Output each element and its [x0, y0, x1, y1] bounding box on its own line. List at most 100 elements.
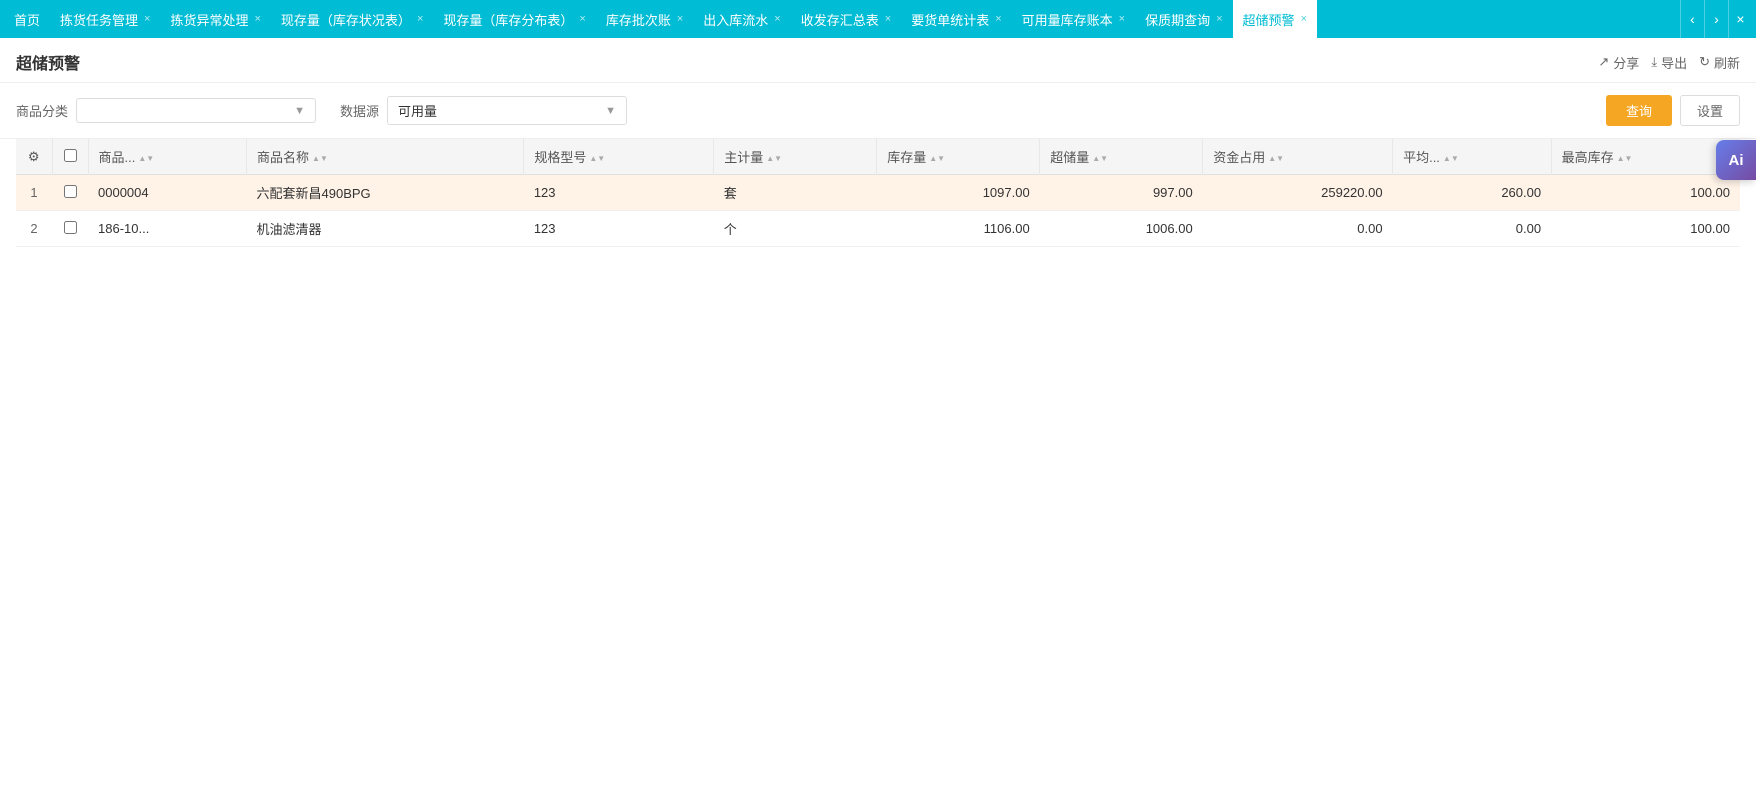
refresh-button[interactable]: ↻ 刷新 — [1699, 53, 1740, 72]
nav-close-stock-status[interactable]: × — [417, 13, 423, 25]
sort-icon-max-stock: ▲▼ — [1617, 155, 1633, 163]
td-capital-use: 259220.00 — [1203, 175, 1393, 211]
td-row-check[interactable] — [52, 175, 88, 211]
nav-close-all[interactable]: × — [1728, 0, 1752, 38]
th-spec[interactable]: 规格型号▲▼ — [524, 139, 714, 175]
refresh-icon: ↻ — [1699, 54, 1710, 70]
nav-close-inout[interactable]: × — [774, 13, 780, 25]
nav-item-overstock[interactable]: 超储预警 × — [1233, 0, 1317, 38]
ai-badge[interactable]: Ai — [1716, 140, 1756, 180]
table-container: ⚙ 商品...▲▼ 商品名称▲▼ 规格型号▲▼ 主计量▲▼ 库存量▲▼ — [0, 139, 1756, 247]
nav-close-exception[interactable]: × — [254, 13, 260, 25]
nav-item-home[interactable]: 首页 — [4, 0, 50, 38]
th-product-name[interactable]: 商品名称▲▼ — [247, 139, 524, 175]
page-title: 超储预警 — [16, 50, 80, 74]
nav-item-task[interactable]: 拣货任务管理 × — [50, 0, 160, 38]
nav-close-overstock[interactable]: × — [1301, 13, 1307, 25]
td-max-stock: 100.00 — [1551, 175, 1740, 211]
td-row-num: 1 — [16, 175, 52, 211]
th-checkbox — [52, 139, 88, 175]
nav-close-task[interactable]: × — [144, 13, 150, 25]
th-max-stock[interactable]: 最高库存▲▼ — [1551, 139, 1740, 175]
product-category-select[interactable]: ▼ — [76, 98, 316, 123]
td-row-num: 2 — [16, 211, 52, 247]
product-category-filter: 商品分类 ▼ — [16, 98, 316, 123]
nav-item-inout[interactable]: 出入库流水 × — [693, 0, 790, 38]
sort-icon-stock: ▲▼ — [929, 155, 945, 163]
nav-item-expiry[interactable]: 保质期查询 × — [1135, 0, 1232, 38]
overstock-table: ⚙ 商品...▲▼ 商品名称▲▼ 规格型号▲▼ 主计量▲▼ 库存量▲▼ — [16, 139, 1740, 247]
td-stock: 1097.00 — [877, 175, 1040, 211]
th-settings[interactable]: ⚙ — [16, 139, 52, 175]
nav-item-stock-dist[interactable]: 现存量（库存分布表） × — [433, 0, 595, 38]
td-avg: 0.00 — [1393, 211, 1552, 247]
sort-icon-product-code: ▲▼ — [138, 155, 154, 163]
header-actions: ↗ 分享 ⤓ 导出 ↻ 刷新 — [1598, 53, 1740, 72]
product-category-value — [87, 103, 91, 118]
row-checkbox[interactable] — [64, 221, 77, 234]
sort-icon-avg: ▲▼ — [1443, 155, 1459, 163]
nav-item-batch[interactable]: 库存批次账 × — [596, 0, 693, 38]
filter-actions: 查询 设置 — [1606, 95, 1740, 126]
td-product-code: 0000004 — [88, 175, 247, 211]
page-header: 超储预警 ↗ 分享 ⤓ 导出 ↻ 刷新 — [0, 38, 1756, 83]
th-overstock[interactable]: 超储量▲▼ — [1040, 139, 1203, 175]
share-icon: ↗ — [1598, 54, 1609, 70]
nav-close-summary[interactable]: × — [885, 13, 891, 25]
nav-close-batch[interactable]: × — [677, 13, 683, 25]
nav-item-demand[interactable]: 要货单统计表 × — [901, 0, 1011, 38]
table-row: 2 186-10... 机油滤清器 123 个 1106.00 1006.00 … — [16, 211, 1740, 247]
chevron-down-icon: ▼ — [294, 105, 305, 117]
export-icon: ⤓ — [1651, 54, 1657, 70]
settings-button[interactable]: 设置 — [1680, 95, 1740, 126]
td-product-name: 六配套新昌490BPG — [247, 175, 524, 211]
product-category-label: 商品分类 — [16, 101, 68, 120]
select-all-checkbox[interactable] — [64, 149, 77, 162]
filter-bar: 商品分类 ▼ 数据源 可用量 ▼ 查询 设置 — [0, 83, 1756, 139]
data-source-select[interactable]: 可用量 ▼ — [387, 96, 627, 125]
td-overstock: 997.00 — [1040, 175, 1203, 211]
th-avg[interactable]: 平均...▲▼ — [1393, 139, 1552, 175]
td-product-code: 186-10... — [88, 211, 247, 247]
data-source-value: 可用量 — [398, 101, 437, 120]
query-button[interactable]: 查询 — [1606, 95, 1672, 126]
row-checkbox[interactable] — [64, 185, 77, 198]
th-stock[interactable]: 库存量▲▼ — [877, 139, 1040, 175]
nav-close-stock-dist[interactable]: × — [579, 13, 585, 25]
th-unit[interactable]: 主计量▲▼ — [714, 139, 877, 175]
nav-next-arrow[interactable]: › — [1704, 0, 1728, 38]
chevron-down-icon-2: ▼ — [605, 105, 616, 117]
data-source-label: 数据源 — [340, 101, 379, 120]
nav-close-expiry[interactable]: × — [1216, 13, 1222, 25]
nav-prev-arrow[interactable]: ‹ — [1680, 0, 1704, 38]
sort-icon-spec: ▲▼ — [589, 155, 605, 163]
td-max-stock: 100.00 — [1551, 211, 1740, 247]
td-product-name: 机油滤清器 — [247, 211, 524, 247]
td-capital-use: 0.00 — [1203, 211, 1393, 247]
td-unit: 个 — [714, 211, 877, 247]
sort-icon-unit: ▲▼ — [766, 155, 782, 163]
td-overstock: 1006.00 — [1040, 211, 1203, 247]
nav-close-demand[interactable]: × — [995, 13, 1001, 25]
table-body: 1 0000004 六配套新昌490BPG 123 套 1097.00 997.… — [16, 175, 1740, 247]
td-row-check[interactable] — [52, 211, 88, 247]
nav-bar: 首页 拣货任务管理 × 拣货异常处理 × 现存量（库存状况表） × 现存量（库存… — [0, 0, 1756, 38]
sort-icon-overstock: ▲▼ — [1092, 155, 1108, 163]
nav-item-exception[interactable]: 拣货异常处理 × — [160, 0, 270, 38]
table-row: 1 0000004 六配套新昌490BPG 123 套 1097.00 997.… — [16, 175, 1740, 211]
export-button[interactable]: ⤓ 导出 — [1651, 53, 1687, 72]
th-capital-use[interactable]: 资金占用▲▼ — [1203, 139, 1393, 175]
share-button[interactable]: ↗ 分享 — [1598, 53, 1639, 72]
nav-close-available[interactable]: × — [1119, 13, 1125, 25]
nav-item-available[interactable]: 可用量库存账本 × — [1012, 0, 1135, 38]
td-stock: 1106.00 — [877, 211, 1040, 247]
table-header-row: ⚙ 商品...▲▼ 商品名称▲▼ 规格型号▲▼ 主计量▲▼ 库存量▲▼ — [16, 139, 1740, 175]
nav-arrows: ‹ › × — [1680, 0, 1752, 38]
td-spec: 123 — [524, 175, 714, 211]
sort-icon-capital-use: ▲▼ — [1268, 155, 1284, 163]
data-source-filter: 数据源 可用量 ▼ — [340, 96, 627, 125]
th-product-code[interactable]: 商品...▲▼ — [88, 139, 247, 175]
nav-item-stock-status[interactable]: 现存量（库存状况表） × — [271, 0, 433, 38]
td-unit: 套 — [714, 175, 877, 211]
nav-item-summary[interactable]: 收发存汇总表 × — [791, 0, 901, 38]
